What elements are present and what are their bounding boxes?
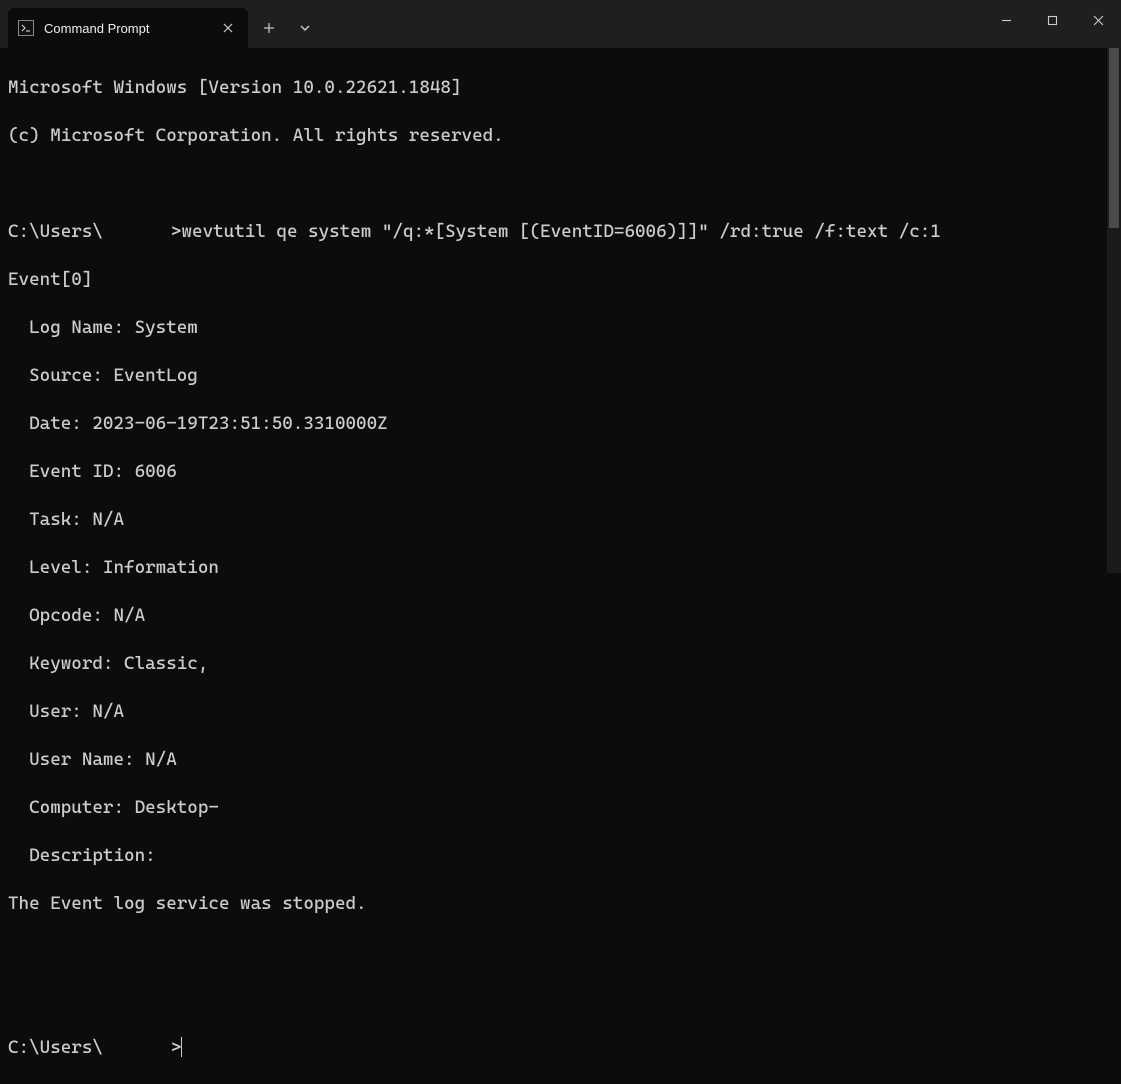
event-header: Event[0] <box>8 268 1113 292</box>
command-line: C:\Users\ >wevtutil qe system "/q:*[Syste… <box>8 220 1113 244</box>
scrollbar-thumb[interactable] <box>1109 48 1119 228</box>
terminal-output[interactable]: Microsoft Windows [Version 10.0.22621.18… <box>0 48 1121 573</box>
blank-line-3 <box>8 988 1113 1012</box>
banner-line-1: Microsoft Windows [Version 10.0.22621.18… <box>8 76 1113 100</box>
prompt-suffix-2: > <box>171 1037 182 1058</box>
prompt-line: C:\Users\ > <box>8 1036 1113 1060</box>
maximize-button[interactable] <box>1029 0 1075 40</box>
field-date: Date: 2023-06-19T23:51:50.3310000Z <box>8 412 1113 436</box>
titlebar-drag-area[interactable] <box>326 0 983 48</box>
minimize-button[interactable] <box>983 0 1029 40</box>
redacted-username <box>103 223 171 241</box>
new-tab-button[interactable] <box>252 12 286 44</box>
field-computer: Computer: Desktop- <box>8 796 1113 820</box>
tab-area: Command Prompt <box>0 0 248 48</box>
prompt-prefix: C:\Users\ <box>8 221 103 242</box>
field-event-id: Event ID: 6006 <box>8 460 1113 484</box>
field-keyword: Keyword: Classic, <box>8 652 1113 676</box>
field-description-label: Description: <box>8 844 1113 868</box>
computer-label: Computer: Desktop- <box>8 797 219 818</box>
field-user: User: N/A <box>8 700 1113 724</box>
window-controls <box>983 0 1121 48</box>
description-message: The Event log service was stopped. <box>8 892 1113 916</box>
tab-command-prompt[interactable]: Command Prompt <box>8 8 248 48</box>
redacted-username-2 <box>103 1039 171 1057</box>
tab-dropdown-button[interactable] <box>288 12 322 44</box>
blank-line <box>8 172 1113 196</box>
field-level: Level: Information <box>8 556 1113 580</box>
redacted-computer-name <box>219 799 319 817</box>
command-text: wevtutil qe system "/q:*[System [(EventI… <box>181 221 940 242</box>
tab-title: Command Prompt <box>44 21 210 36</box>
field-user-name: User Name: N/A <box>8 748 1113 772</box>
prompt-suffix: > <box>171 221 182 242</box>
tab-close-button[interactable] <box>220 20 236 36</box>
blank-line-2 <box>8 940 1113 964</box>
field-source: Source: EventLog <box>8 364 1113 388</box>
tab-actions <box>248 0 326 48</box>
banner-line-2: (c) Microsoft Corporation. All rights re… <box>8 124 1113 148</box>
field-task: Task: N/A <box>8 508 1113 532</box>
field-log-name: Log Name: System <box>8 316 1113 340</box>
field-opcode: Opcode: N/A <box>8 604 1113 628</box>
vertical-scrollbar[interactable] <box>1107 48 1121 573</box>
prompt-prefix-2: C:\Users\ <box>8 1037 103 1058</box>
text-cursor <box>181 1037 182 1057</box>
close-window-button[interactable] <box>1075 0 1121 40</box>
titlebar: Command Prompt <box>0 0 1121 48</box>
command-prompt-icon <box>18 20 34 36</box>
